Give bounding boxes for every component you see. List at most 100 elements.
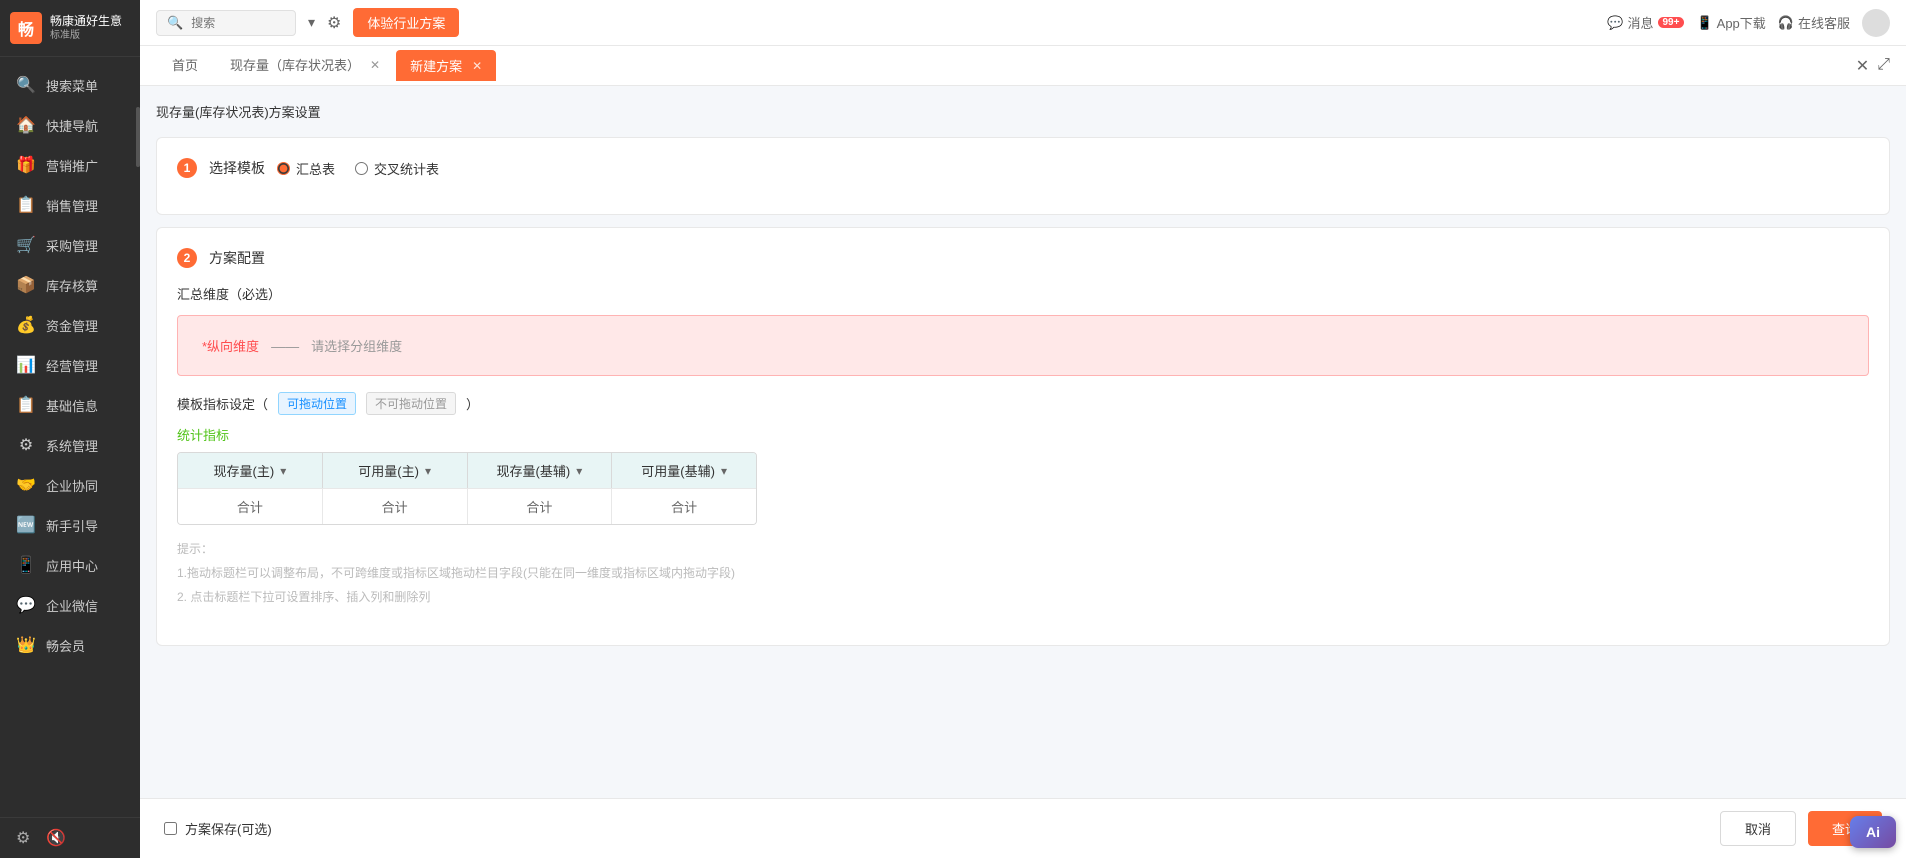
sidebar-item-system[interactable]: ⚙系统管理 <box>0 425 140 465</box>
radio-cross[interactable]: 交叉统计表 <box>355 159 439 178</box>
sidebar-nav: 🔍 搜索菜单 🏠 快捷导航 🎁 营销推广 📋销售管理 🛒 采购管理 📦 库存核算 💰 资金管理 📊经营管理… <box>0 57 140 817</box>
indicator-config: 模板指标设定（ 可拖动位置 不可拖动位置 ） 统计指标 现存量(主)▾可用量(主… <box>177 392 1869 525</box>
sidebar-item-label: 资金管理 <box>46 316 98 335</box>
window-expand-icon[interactable]: ⤢ <box>1877 56 1890 76</box>
sidebar-item-label: 库存核算 <box>46 276 98 295</box>
search-box[interactable]: 🔍 <box>156 10 296 36</box>
topbar: 🔍 ▾ ⚙ 体验行业方案 💬 消息 99+ 📱 App下载 🎧 在线客服 <box>140 0 1906 46</box>
sidebar-item-wechat[interactable]: 💬企业微信 <box>0 585 140 625</box>
sidebar-item-member[interactable]: 👑畅会员 <box>0 625 140 665</box>
step2-header: 2 方案配置 <box>177 248 1869 268</box>
dimension-label: 汇总维度（必选） <box>177 284 1869 303</box>
sidebar-item-basic-info[interactable]: 📋 基础信息 <box>0 385 140 425</box>
sidebar-item-appstore[interactable]: 📱应用中心 <box>0 545 140 585</box>
sidebar-item-label: 系统管理 <box>46 436 98 455</box>
cancel-button[interactable]: 取消 <box>1720 811 1796 846</box>
settings-icon[interactable]: ⚙ <box>16 828 30 848</box>
trial-industry-button[interactable]: 体验行业方案 <box>353 8 459 37</box>
column-dropdown-arrow[interactable]: ▾ <box>425 464 431 478</box>
search-input[interactable] <box>191 16 281 30</box>
content-area: 现存量(库存状况表)方案设置 1 选择模板 汇总表 交叉统计表 <box>140 86 1906 798</box>
message-icon: 💬 <box>1607 15 1623 31</box>
step1-badge: 1 <box>177 158 197 178</box>
logo-text: 畅康通好生意 标准版 <box>50 13 122 44</box>
sidebar-item-inventory[interactable]: 📦 库存核算 <box>0 265 140 305</box>
sidebar-item-label: 快捷导航 <box>46 116 98 135</box>
save-checkbox[interactable] <box>164 822 177 835</box>
stats-column-body: 合计 <box>178 489 323 524</box>
sidebar-item-marketing[interactable]: 🎁 营销推广 <box>0 145 140 185</box>
tab-inventory-status[interactable]: 现存量（库存状况表） ✕ <box>214 47 396 84</box>
sidebar-item-search[interactable]: 🔍 搜索菜单 <box>0 65 140 105</box>
tip-line: 1.拖动标题栏可以调整布局，不可跨维度或指标区域拖动栏目字段(只能在同一维度或指… <box>177 561 1869 585</box>
tab-new-plan[interactable]: 新建方案 ✕ <box>396 50 496 81</box>
marketing-icon: 🎁 <box>16 155 36 175</box>
sidebar-item-label: 营销推广 <box>46 156 98 175</box>
stats-column-body: 合计 <box>323 489 468 524</box>
inventory-icon: 📦 <box>16 275 36 295</box>
stats-column-header[interactable]: 可用量(基辅)▾ <box>612 453 756 488</box>
non-draggable-badge: 不可拖动位置 <box>366 392 456 415</box>
basic-info-icon: 📋 <box>16 395 36 415</box>
sidebar-item-label: 企业微信 <box>46 596 98 615</box>
radio-summary[interactable]: 汇总表 <box>277 159 335 178</box>
sidebar-item-quick-nav[interactable]: 🏠 快捷导航 <box>0 105 140 145</box>
purchase-icon: 🛒 <box>16 235 36 255</box>
sidebar-item-label: 搜索菜单 <box>46 76 98 95</box>
save-option[interactable]: 方案保存(可选) <box>164 819 272 838</box>
sidebar-item-label: 基础信息 <box>46 396 98 415</box>
sound-icon[interactable]: 🔇 <box>46 828 66 848</box>
vertical-dim-label: *纵向维度 <box>202 336 259 355</box>
dim-arrow: —— <box>271 338 299 354</box>
topbar-icons: 💬 消息 99+ 📱 App下载 🎧 在线客服 <box>1607 9 1890 37</box>
column-dropdown-arrow[interactable]: ▾ <box>576 464 582 478</box>
step1-card: 1 选择模板 汇总表 交叉统计表 <box>156 137 1890 215</box>
stats-column-header[interactable]: 可用量(主)▾ <box>323 453 468 488</box>
sidebar-logo: 畅 畅康通好生意 标准版 <box>0 0 140 57</box>
tip-line: 2. 点击标题栏下拉可设置排序、插入列和删除列 <box>177 585 1869 609</box>
stats-table-body: 合计合计合计合计 <box>178 488 756 524</box>
sidebar-item-label: 新手引导 <box>46 516 98 535</box>
finance-icon: 💰 <box>16 315 36 335</box>
draggable-badge: 可拖动位置 <box>278 392 356 415</box>
quick-nav-icon: 🏠 <box>16 115 36 135</box>
headset-icon: 🎧 <box>1778 15 1794 31</box>
topbar-dropdown-icon[interactable]: ▾ <box>308 14 315 31</box>
tab-inventory-close[interactable]: ✕ <box>370 58 380 72</box>
sidebar-item-finance[interactable]: 💰 资金管理 <box>0 305 140 345</box>
sidebar-item-label: 畅会员 <box>46 636 85 655</box>
column-dropdown-arrow[interactable]: ▾ <box>280 464 286 478</box>
stats-table-header: 现存量(主)▾可用量(主)▾现存量(基辅)▾可用量(基辅)▾ <box>178 453 756 488</box>
sidebar-item-sales[interactable]: 📋销售管理 <box>0 185 140 225</box>
stats-column-header[interactable]: 现存量(主)▾ <box>178 453 323 488</box>
online-service-button[interactable]: 🎧 在线客服 <box>1778 13 1850 32</box>
app-download-button[interactable]: 📱 App下载 <box>1696 13 1765 32</box>
stats-table: 现存量(主)▾可用量(主)▾现存量(基辅)▾可用量(基辅)▾ 合计合计合计合计 <box>177 452 757 525</box>
sidebar-item-label: 企业协同 <box>46 476 98 495</box>
dim-placeholder: 请选择分组维度 <box>311 336 402 355</box>
column-dropdown-arrow[interactable]: ▾ <box>721 464 727 478</box>
window-close-icon[interactable]: ✕ <box>1856 56 1869 76</box>
sidebar-item-cooperation[interactable]: 🤝企业协同 <box>0 465 140 505</box>
sidebar-item-label: 采购管理 <box>46 236 98 255</box>
template-radio-group: 汇总表 交叉统计表 <box>277 159 439 178</box>
user-avatar[interactable] <box>1862 9 1890 37</box>
messages-button[interactable]: 💬 消息 99+ <box>1607 13 1684 32</box>
sidebar-item-label: 应用中心 <box>46 556 98 575</box>
stats-column-header[interactable]: 现存量(基辅)▾ <box>468 453 613 488</box>
search-icon: 🔍 <box>16 75 36 95</box>
sidebar-item-operations[interactable]: 📊经营管理 <box>0 345 140 385</box>
tab-new-plan-close[interactable]: ✕ <box>472 59 482 73</box>
stats-column-body: 合计 <box>468 489 613 524</box>
tab-home[interactable]: 首页 <box>156 47 214 84</box>
ai-fab-button[interactable]: Ai <box>1850 816 1896 848</box>
sidebar-item-guide[interactable]: 🆕新手引导 <box>0 505 140 545</box>
sidebar-item-purchase[interactable]: 🛒 采购管理 <box>0 225 140 265</box>
bottom-bar: 方案保存(可选) 取消 查询 <box>140 798 1906 858</box>
topbar-right: 💬 消息 99+ 📱 App下载 🎧 在线客服 <box>1607 9 1890 37</box>
topbar-gear-icon[interactable]: ⚙ <box>327 13 341 33</box>
phone-icon: 📱 <box>1696 15 1712 31</box>
step1-label: 选择模板 <box>209 158 265 178</box>
dimension-select-area[interactable]: *纵向维度 —— 请选择分组维度 <box>177 315 1869 376</box>
main-area: 🔍 ▾ ⚙ 体验行业方案 💬 消息 99+ 📱 App下载 🎧 在线客服 <box>140 0 1906 858</box>
